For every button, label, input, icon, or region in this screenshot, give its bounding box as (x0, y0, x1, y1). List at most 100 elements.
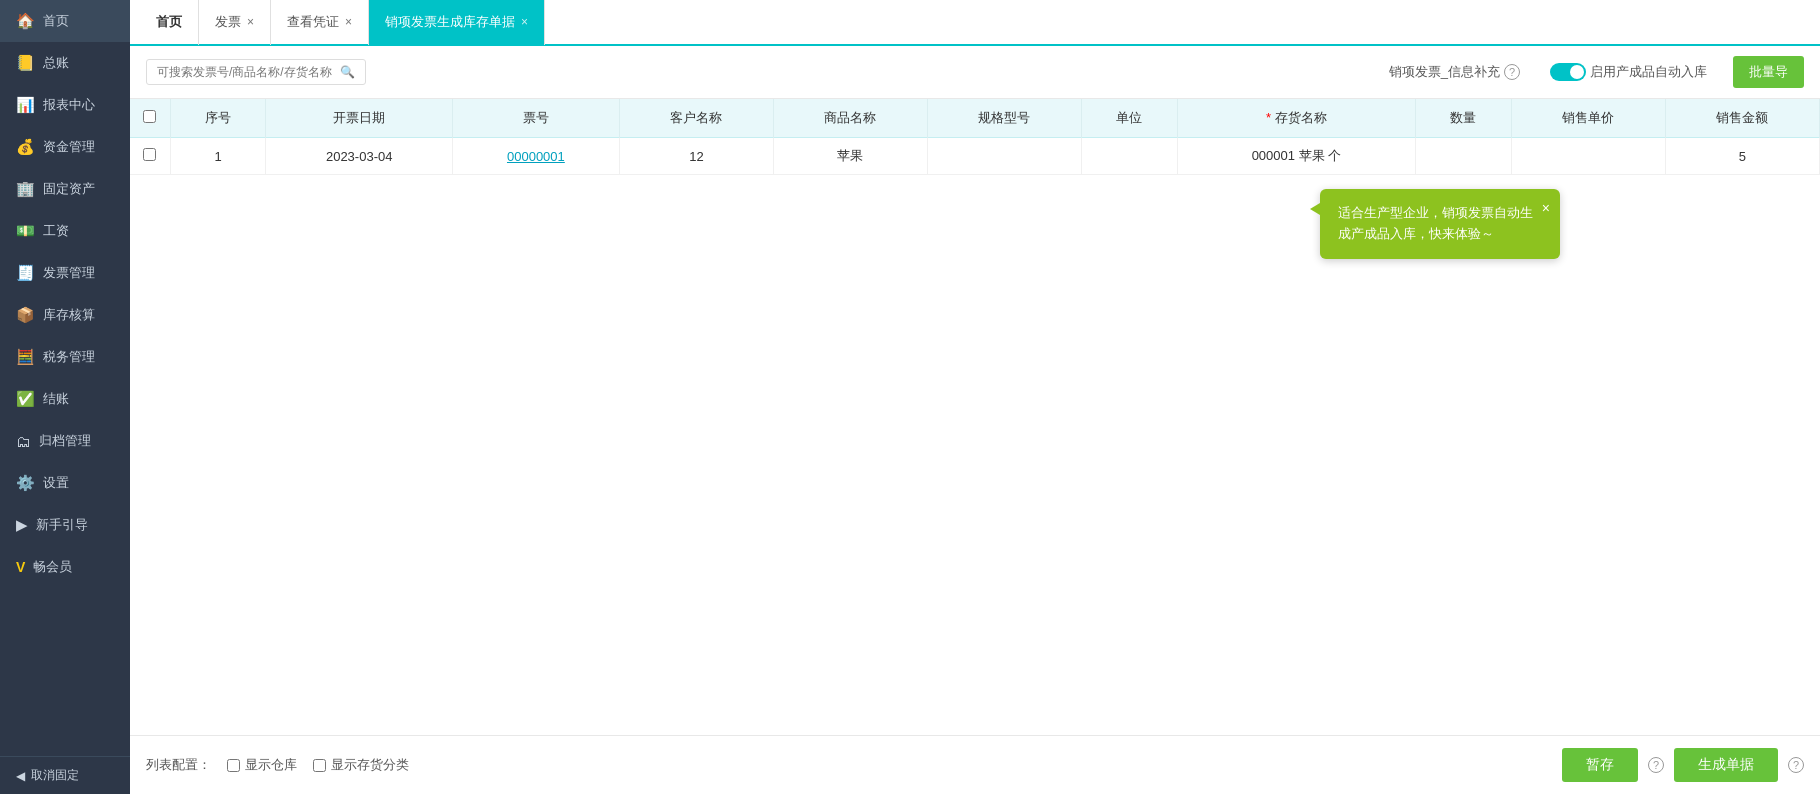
tooltip-close-btn[interactable]: × (1542, 197, 1550, 219)
tab-home[interactable]: 首页 (140, 0, 199, 45)
sidebar-item-label: 总账 (43, 54, 69, 72)
settings-icon: ⚙️ (16, 474, 35, 492)
data-table: 序号 开票日期 票号 客户名称 商品名称 规格型号 单位 存货名称 数量 销售单… (130, 99, 1820, 175)
main-area: 首页 发票 × 查看凭证 × 销项发票生成库存单据 × 🔍 销项发票_信息补充 … (130, 0, 1820, 794)
tab-invoice-close[interactable]: × (247, 15, 254, 29)
info-help-icon[interactable]: ? (1504, 64, 1520, 80)
td-product-name: 苹果 (773, 138, 927, 175)
show-inventory-category-option[interactable]: 显示存货分类 (313, 756, 409, 774)
sidebar-item-guide[interactable]: ▶ 新手引导 (0, 504, 130, 546)
tab-voucher-close[interactable]: × (345, 15, 352, 29)
batch-btn[interactable]: 批量导 (1733, 56, 1804, 88)
tab-sales-invoice-close[interactable]: × (521, 15, 528, 29)
row-checkbox[interactable] (143, 148, 156, 161)
sidebar-item-settings[interactable]: ⚙️ 设置 (0, 462, 130, 504)
funds-icon: 💰 (16, 138, 35, 156)
sidebar-item-home[interactable]: 🏠 首页 (0, 0, 130, 42)
fixed-assets-icon: 🏢 (16, 180, 35, 198)
tooltip-overlay: × 适合生产型企业，销项发票自动生成产成品入库，快来体验～ (1320, 189, 1560, 259)
sidebar-unpin[interactable]: ◀ 取消固定 (0, 756, 130, 794)
info-label-text: 销项发票_信息补充 (1389, 63, 1500, 81)
reports-icon: 📊 (16, 96, 35, 114)
show-inventory-category-label: 显示存货分类 (331, 756, 409, 774)
list-config-label: 列表配置： (146, 756, 211, 774)
ticket-no-link[interactable]: 00000001 (507, 149, 565, 164)
sidebar-item-invoices[interactable]: 🧾 发票管理 (0, 252, 130, 294)
sidebar-item-label: 固定资产 (43, 180, 95, 198)
toggle-area: 启用产成品自动入库 (1550, 63, 1707, 81)
td-inventory-name: 000001 苹果 个 (1177, 138, 1415, 175)
sidebar-item-label: 发票管理 (43, 264, 95, 282)
sidebar-item-label: 归档管理 (39, 432, 91, 450)
unpin-icon: ◀ (16, 769, 25, 783)
sidebar-item-inventory[interactable]: 📦 库存核算 (0, 294, 130, 336)
th-customer: 客户名称 (619, 99, 773, 138)
generate-help-icon[interactable]: ? (1788, 757, 1804, 773)
th-seq: 序号 (170, 99, 266, 138)
td-amount: 5 (1665, 138, 1819, 175)
sidebar-item-label: 结账 (43, 390, 69, 408)
sidebar-item-settlement[interactable]: ✅ 结账 (0, 378, 130, 420)
sidebar-item-label: 资金管理 (43, 138, 95, 156)
sidebar-item-fixed-assets[interactable]: 🏢 固定资产 (0, 168, 130, 210)
td-seq: 1 (170, 138, 266, 175)
tab-home-label: 首页 (156, 13, 182, 31)
sidebar-item-ledger[interactable]: 📒 总账 (0, 42, 130, 84)
th-spec: 规格型号 (927, 99, 1081, 138)
sidebar-item-label: 设置 (43, 474, 69, 492)
th-qty: 数量 (1415, 99, 1511, 138)
tab-voucher[interactable]: 查看凭证 × (271, 0, 369, 45)
sidebar-item-archive[interactable]: 🗂 归档管理 (0, 420, 130, 462)
show-warehouse-label: 显示仓库 (245, 756, 297, 774)
td-qty (1415, 138, 1511, 175)
search-box[interactable]: 🔍 (146, 59, 366, 85)
tab-invoice-label: 发票 (215, 13, 241, 31)
td-date: 2023-03-04 (266, 138, 452, 175)
tab-voucher-label: 查看凭证 (287, 13, 339, 31)
td-spec (927, 138, 1081, 175)
sidebar-item-vip[interactable]: V 畅会员 (0, 546, 130, 588)
sidebar-item-label: 库存核算 (43, 306, 95, 324)
settlement-icon: ✅ (16, 390, 35, 408)
sidebar: 🏠 首页 📒 总账 📊 报表中心 💰 资金管理 🏢 固定资产 💵 工资 🧾 发票… (0, 0, 130, 794)
generate-btn[interactable]: 生成单据 (1674, 748, 1778, 782)
toolbar: 🔍 销项发票_信息补充 ? 启用产成品自动入库 批量导 (130, 46, 1820, 99)
show-inventory-category-checkbox[interactable] (313, 759, 326, 772)
search-input[interactable] (157, 65, 336, 79)
invoices-icon: 🧾 (16, 264, 35, 282)
toggle-label: 启用产成品自动入库 (1590, 63, 1707, 81)
sidebar-item-label: 报表中心 (43, 96, 95, 114)
save-btn[interactable]: 暂存 (1562, 748, 1638, 782)
table-header-row: 序号 开票日期 票号 客户名称 商品名称 规格型号 单位 存货名称 数量 销售单… (130, 99, 1820, 138)
td-unit (1081, 138, 1177, 175)
tab-invoice[interactable]: 发票 × (199, 0, 271, 45)
inventory-icon: 📦 (16, 306, 35, 324)
footer-buttons: 暂存 ? 生成单据 ? (1562, 748, 1804, 782)
tab-bar: 首页 发票 × 查看凭证 × 销项发票生成库存单据 × (130, 0, 1820, 46)
td-ticket-no[interactable]: 00000001 (452, 138, 619, 175)
footer-bar: 列表配置： 显示仓库 显示存货分类 暂存 ? 生成单据 ? (130, 735, 1820, 794)
sidebar-item-label: 工资 (43, 222, 69, 240)
auto-warehouse-toggle[interactable] (1550, 63, 1586, 81)
save-help-icon[interactable]: ? (1648, 757, 1664, 773)
show-warehouse-checkbox[interactable] (227, 759, 240, 772)
tax-icon: 🧮 (16, 348, 35, 366)
td-checkbox[interactable] (130, 138, 170, 175)
tab-sales-invoice[interactable]: 销项发票生成库存单据 × (369, 0, 545, 45)
td-unit-price (1511, 138, 1665, 175)
sidebar-item-reports[interactable]: 📊 报表中心 (0, 84, 130, 126)
ledger-icon: 📒 (16, 54, 35, 72)
payroll-icon: 💵 (16, 222, 35, 240)
vip-icon: V (16, 559, 25, 575)
guide-icon: ▶ (16, 516, 28, 534)
sidebar-item-tax[interactable]: 🧮 税务管理 (0, 336, 130, 378)
select-all-checkbox[interactable] (143, 110, 156, 123)
th-unit-price: 销售单价 (1511, 99, 1665, 138)
archive-icon: 🗂 (16, 433, 31, 450)
sidebar-bottom-label: 取消固定 (31, 767, 79, 784)
sidebar-item-payroll[interactable]: 💵 工资 (0, 210, 130, 252)
th-inventory-name: 存货名称 (1177, 99, 1415, 138)
table-container: 序号 开票日期 票号 客户名称 商品名称 规格型号 单位 存货名称 数量 销售单… (130, 99, 1820, 735)
sidebar-item-funds[interactable]: 💰 资金管理 (0, 126, 130, 168)
show-warehouse-option[interactable]: 显示仓库 (227, 756, 297, 774)
